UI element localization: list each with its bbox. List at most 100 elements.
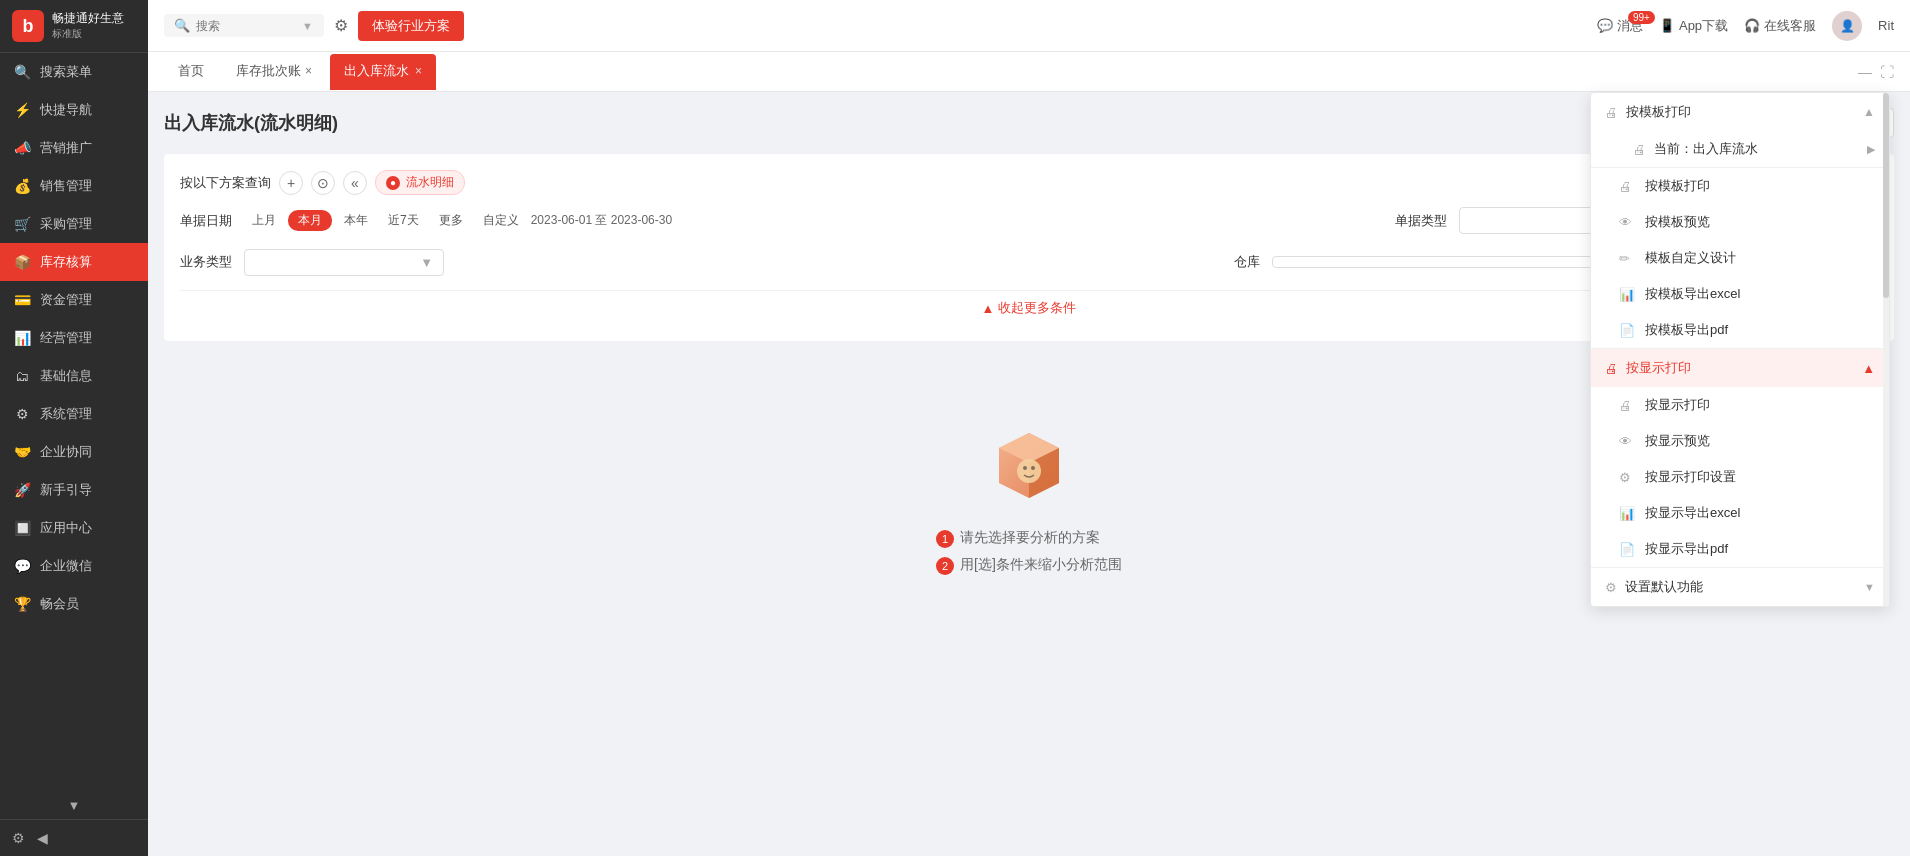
search-nav-icon: 🔍 — [12, 64, 32, 80]
topbar: 🔍 ▼ ⚙ 体验行业方案 💬 消息 99+ 📱 App下载 🎧 在线客服 👤 R… — [148, 0, 1910, 52]
dropdown-current-template[interactable]: 🖨 当前：出入库流水 ▶ — [1591, 131, 1889, 168]
purchase-icon: 🛒 — [12, 216, 32, 232]
display-preview-item-icon: 👁 — [1619, 434, 1637, 449]
message-badge: 99+ — [1628, 11, 1655, 24]
dropdown-template-pdf[interactable]: 📄 按模板导出pdf — [1591, 312, 1889, 348]
empty-illustration — [979, 413, 1079, 513]
nav-search-label: 搜索菜单 — [40, 63, 136, 81]
sidebar-item-newbie[interactable]: 🚀 新手引导 — [0, 471, 148, 509]
date-opt-this-year[interactable]: 本年 — [336, 210, 376, 231]
logo-icon: b — [12, 10, 44, 42]
date-opt-this-month[interactable]: 本月 — [288, 210, 332, 231]
dropdown-display-preview[interactable]: 👁 按显示预览 — [1591, 423, 1889, 459]
topbar-search-box[interactable]: 🔍 ▼ — [164, 14, 324, 37]
sidebar-item-quick-nav[interactable]: ⚡ 快捷导航 — [0, 91, 148, 129]
date-range-display: 2023-06-01 至 2023-06-30 — [531, 212, 672, 229]
search-input[interactable] — [196, 19, 296, 33]
dropdown-template-custom[interactable]: ✏ 模板自定义设计 — [1591, 240, 1889, 276]
app-download-btn[interactable]: 📱 App下载 — [1659, 17, 1728, 35]
tab-inout-flow[interactable]: 出入库流水 × — [330, 54, 436, 90]
tab-batch-label: 库存批次账 — [236, 62, 301, 80]
svg-point-5 — [1031, 466, 1035, 470]
dropdown-template-preview[interactable]: 👁 按模板预览 — [1591, 204, 1889, 240]
dropdown-footer[interactable]: ⚙ 设置默认功能 ▼ — [1591, 568, 1889, 606]
online-service-btn[interactable]: 🎧 在线客服 — [1744, 17, 1816, 35]
quick-nav-icon: ⚡ — [12, 102, 32, 118]
app-download-label: App下载 — [1679, 17, 1728, 35]
collapse-footer-icon[interactable]: ◀ — [37, 830, 48, 846]
app-name: 畅捷通好生意 — [52, 11, 124, 27]
display-print-header-icon: 🖨 — [1605, 361, 1618, 376]
dropdown-template-excel[interactable]: 📊 按模板导出excel — [1591, 276, 1889, 312]
dropdown-display-pdf[interactable]: 📄 按显示导出pdf — [1591, 531, 1889, 567]
empty-tip-1: 1 请先选择要分析的方案 — [936, 529, 1122, 548]
date-opt-more[interactable]: 更多 — [431, 210, 471, 231]
sidebar-item-member[interactable]: 🏆 畅会员 — [0, 585, 148, 623]
dropdown-display-print[interactable]: 🖨 按显示打印 — [1591, 387, 1889, 423]
template-print-item-label: 按模板打印 — [1645, 177, 1710, 195]
marketing-icon: 📣 — [12, 140, 32, 156]
filter-settings-icon[interactable]: ⊙ — [311, 171, 335, 195]
username-label: Rit — [1878, 18, 1894, 33]
tabbar-actions: — ⛶ — [1858, 64, 1894, 80]
tab-inout-close[interactable]: × — [415, 64, 422, 78]
biz-type-label: 业务类型 — [180, 253, 232, 271]
settings-footer-icon[interactable]: ⚙ — [12, 830, 25, 846]
sidebar-item-apps[interactable]: 🔲 应用中心 — [0, 509, 148, 547]
nav-member-label: 畅会员 — [40, 595, 136, 613]
logo-text-block: 畅捷通好生意 标准版 — [52, 11, 124, 41]
avatar[interactable]: 👤 — [1832, 11, 1862, 41]
tab-maximize-icon[interactable]: ⛶ — [1880, 64, 1894, 80]
sidebar-item-marketing[interactable]: 📣 营销推广 — [0, 129, 148, 167]
tab-minimize-icon[interactable]: — — [1858, 64, 1872, 80]
dropdown-display-excel[interactable]: 📊 按显示导出excel — [1591, 495, 1889, 531]
filter-tag-label: 流水明细 — [406, 174, 454, 191]
tab-inout-label: 出入库流水 — [344, 62, 409, 80]
nav-inventory-label: 库存核算 — [40, 253, 136, 271]
online-service-label: 在线客服 — [1764, 17, 1816, 35]
basic-icon: 🗂 — [12, 368, 32, 384]
nav-operation-label: 经营管理 — [40, 329, 136, 347]
footer-settings-icon: ⚙ — [1605, 580, 1617, 595]
sidebar-item-basic[interactable]: 🗂 基础信息 — [0, 357, 148, 395]
sidebar-item-corp[interactable]: 🤝 企业协同 — [0, 433, 148, 471]
template-custom-item-icon: ✏ — [1619, 251, 1637, 266]
sidebar-item-purchase[interactable]: 🛒 采购管理 — [0, 205, 148, 243]
tab-batch-close[interactable]: × — [305, 64, 312, 78]
template-print-item-icon: 🖨 — [1619, 179, 1637, 194]
gear-icon[interactable]: ⚙ — [334, 16, 348, 35]
sidebar-item-system[interactable]: ⚙ 系统管理 — [0, 395, 148, 433]
message-btn[interactable]: 💬 消息 99+ — [1597, 17, 1643, 35]
nav-wechat-label: 企业微信 — [40, 557, 136, 575]
date-opt-7days[interactable]: 近7天 — [380, 210, 427, 231]
filter-add-btn[interactable]: + — [279, 171, 303, 195]
active-filter-tag[interactable]: ● 流水明细 — [375, 170, 465, 195]
display-print-section: 🖨 按显示打印 ▲ 🖨 按显示打印 👁 按显示预览 ⚙ 按显示打印设置 📊 按显… — [1591, 349, 1889, 568]
member-icon: 🏆 — [12, 596, 32, 612]
filter-collapse-icon[interactable]: « — [343, 171, 367, 195]
tab-batch-account[interactable]: 库存批次账 × — [222, 54, 326, 90]
warehouse-label: 仓库 — [1234, 253, 1260, 271]
template-excel-item-icon: 📊 — [1619, 287, 1637, 302]
dropdown-display-print-settings[interactable]: ⚙ 按显示打印设置 — [1591, 459, 1889, 495]
tab-home[interactable]: 首页 — [164, 54, 218, 90]
sidebar-item-inventory[interactable]: 📦 库存核算 — [0, 243, 148, 281]
industry-btn[interactable]: 体验行业方案 — [358, 11, 464, 41]
sidebar-item-operation[interactable]: 📊 经营管理 — [0, 319, 148, 357]
sidebar-item-finance[interactable]: 💳 资金管理 — [0, 281, 148, 319]
dropdown-scrollbar[interactable] — [1883, 93, 1889, 606]
template-print-header[interactable]: 🖨 按模板打印 ▲ — [1591, 93, 1889, 131]
sidebar-logo: b 畅捷通好生意 标准版 — [0, 0, 148, 53]
sidebar-scroll-down[interactable]: ▼ — [0, 792, 148, 819]
sidebar-item-sales[interactable]: 💰 销售管理 — [0, 167, 148, 205]
display-print-header[interactable]: 🖨 按显示打印 ▲ — [1591, 349, 1889, 387]
dropdown-template-print[interactable]: 🖨 按模板打印 — [1591, 168, 1889, 204]
biz-type-select[interactable]: ▼ — [244, 249, 444, 276]
inventory-icon: 📦 — [12, 254, 32, 270]
date-opt-custom[interactable]: 自定义 — [475, 210, 527, 231]
date-opt-last-month[interactable]: 上月 — [244, 210, 284, 231]
display-print-item-icon: 🖨 — [1619, 398, 1637, 413]
sidebar-item-search[interactable]: 🔍 搜索菜单 — [0, 53, 148, 91]
sidebar-item-wechat[interactable]: 💬 企业微信 — [0, 547, 148, 585]
display-print-item-label: 按显示打印 — [1645, 396, 1710, 414]
